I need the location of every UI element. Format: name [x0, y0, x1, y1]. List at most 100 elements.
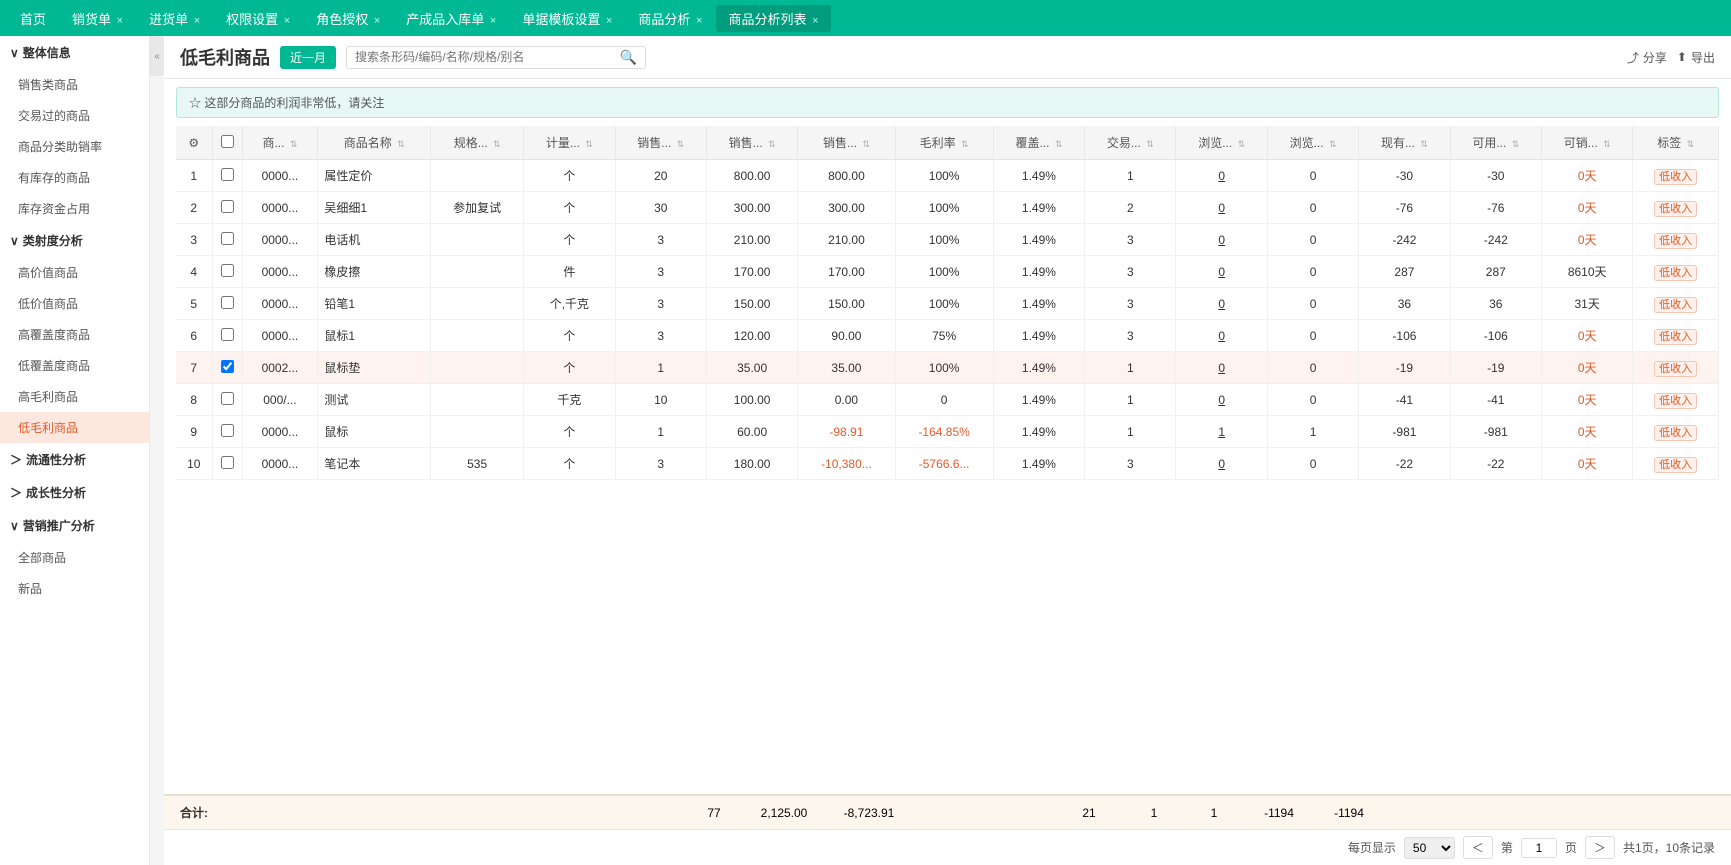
search-icon[interactable]: 🔍: [620, 49, 637, 66]
col-gross-margin[interactable]: 毛利率 ⇅: [895, 126, 993, 160]
row-checkbox[interactable]: [221, 264, 234, 277]
sidebar-section-coverage[interactable]: ∨ 类射度分析: [0, 224, 149, 257]
row-sales-qty: 3: [615, 224, 706, 256]
sidebar-item-low-margin[interactable]: 低毛利商品: [0, 412, 149, 443]
col-trade-count[interactable]: 交易... ⇅: [1085, 126, 1176, 160]
sidebar-section-circulation[interactable]: ＞ 流通性分析: [0, 443, 149, 476]
sidebar-item-high-coverage[interactable]: 高覆盖度商品: [0, 319, 149, 350]
page-number-input[interactable]: [1521, 838, 1557, 858]
view1-link[interactable]: 0: [1218, 297, 1225, 311]
view1-link[interactable]: 0: [1218, 393, 1225, 407]
nav-roles[interactable]: 角色授权 ×: [304, 5, 392, 32]
sidebar-item-stock-funds[interactable]: 库存资金占用: [0, 193, 149, 224]
nav-close-purchase[interactable]: ×: [194, 15, 200, 27]
nav-analysis[interactable]: 商品分析 ×: [626, 5, 714, 32]
row-checkbox[interactable]: [221, 168, 234, 181]
row-checkbox[interactable]: [221, 200, 234, 213]
row-checkbox[interactable]: [221, 232, 234, 245]
col-sellable[interactable]: 可销... ⇅: [1541, 126, 1632, 160]
row-code: 0000...: [242, 256, 318, 288]
prev-page-button[interactable]: ＜: [1463, 836, 1493, 859]
sidebar-item-low-value[interactable]: 低价值商品: [0, 288, 149, 319]
export-button[interactable]: ⬆ 导出: [1677, 49, 1715, 66]
nav-close-products[interactable]: ×: [490, 15, 496, 27]
top-navigation: 首页 销货单 × 进货单 × 权限设置 × 角色授权 × 产成品入库单 × 单据…: [0, 0, 1731, 36]
sidebar-item-high-margin[interactable]: 高毛利商品: [0, 381, 149, 412]
nav-home[interactable]: 首页: [8, 5, 58, 32]
row-gross-margin: -164.85%: [895, 416, 993, 448]
row-sales-price: 60.00: [706, 416, 797, 448]
nav-close-permissions[interactable]: ×: [284, 15, 290, 27]
col-unit[interactable]: 计量... ⇅: [524, 126, 615, 160]
nav-analysis-list[interactable]: 商品分析列表 ×: [716, 5, 830, 32]
nav-sales[interactable]: 销货单 ×: [60, 5, 135, 32]
table-totals-row: 合计: 77 2,125.00 -8,723.91 21 1 1 -1194 -…: [164, 794, 1731, 829]
nav-close-sales[interactable]: ×: [117, 15, 123, 27]
row-checkbox[interactable]: [221, 424, 234, 437]
sidebar-item-high-value[interactable]: 高价值商品: [0, 257, 149, 288]
next-page-button[interactable]: ＞: [1585, 836, 1615, 859]
collapse-sidebar-button[interactable]: «: [150, 36, 164, 76]
row-name: 吴细细1: [318, 192, 431, 224]
view1-link[interactable]: 0: [1218, 457, 1225, 471]
view1-link[interactable]: 0: [1218, 361, 1225, 375]
sidebar-section-marketing[interactable]: ∨ 营销推广分析: [0, 509, 149, 542]
col-name[interactable]: 商品名称 ⇅: [318, 126, 431, 160]
nav-close-analysis[interactable]: ×: [696, 15, 702, 27]
search-input[interactable]: [355, 50, 616, 64]
col-current-stock[interactable]: 现有... ⇅: [1359, 126, 1450, 160]
share-button[interactable]: ⤴ 分享: [1627, 49, 1667, 66]
col-available-stock[interactable]: 可用... ⇅: [1450, 126, 1541, 160]
row-checkbox[interactable]: [221, 456, 234, 469]
row-current-stock: -981: [1359, 416, 1450, 448]
row-checkbox[interactable]: [221, 392, 234, 405]
period-button[interactable]: 近一月: [280, 46, 336, 69]
view1-link[interactable]: 0: [1218, 201, 1225, 215]
row-checkbox-cell: [212, 384, 242, 416]
row-checkbox[interactable]: [221, 296, 234, 309]
row-checkbox[interactable]: [221, 360, 234, 373]
select-all-checkbox[interactable]: [221, 135, 234, 148]
nav-products[interactable]: 产成品入库单 ×: [394, 5, 508, 32]
col-view1[interactable]: 浏览... ⇅: [1176, 126, 1267, 160]
col-sales-qty[interactable]: 销售... ⇅: [615, 126, 706, 160]
row-checkbox[interactable]: [221, 328, 234, 341]
col-coverage[interactable]: 覆盖... ⇅: [993, 126, 1084, 160]
view1-link[interactable]: 0: [1218, 169, 1225, 183]
col-settings[interactable]: ⚙: [176, 126, 212, 160]
nav-purchase[interactable]: 进货单 ×: [137, 5, 212, 32]
view1-link[interactable]: 0: [1218, 329, 1225, 343]
nav-template[interactable]: 单据模板设置 ×: [510, 5, 624, 32]
tag-badge: 低收入: [1654, 201, 1697, 217]
sidebar-item-sales-goods[interactable]: 销售类商品: [0, 69, 149, 100]
sidebar-item-new-goods[interactable]: 新品: [0, 573, 149, 604]
nav-close-template[interactable]: ×: [606, 15, 612, 27]
row-no: 4: [176, 256, 212, 288]
view1-link[interactable]: 1: [1218, 425, 1225, 439]
sidebar-item-category-rate[interactable]: 商品分类助销率: [0, 131, 149, 162]
col-view2[interactable]: 浏览... ⇅: [1267, 126, 1358, 160]
total-sales-amount: -8,723.91: [824, 806, 914, 820]
view1-link[interactable]: 0: [1218, 265, 1225, 279]
row-view1: 0: [1176, 224, 1267, 256]
sidebar-item-stocked-goods[interactable]: 有库存的商品: [0, 162, 149, 193]
sidebar-item-traded-goods[interactable]: 交易过的商品: [0, 100, 149, 131]
sidebar-item-all-goods[interactable]: 全部商品: [0, 542, 149, 573]
per-page-select[interactable]: 50 100 200: [1404, 837, 1455, 859]
sidebar-section-overview[interactable]: ∨ 整体信息: [0, 36, 149, 69]
nav-permissions[interactable]: 权限设置 ×: [214, 5, 302, 32]
sidebar-item-low-coverage[interactable]: 低覆盖度商品: [0, 350, 149, 381]
row-trade-count: 3: [1085, 256, 1176, 288]
col-tag[interactable]: 标签 ⇅: [1633, 126, 1719, 160]
nav-close-roles[interactable]: ×: [374, 15, 380, 27]
row-checkbox-cell: [212, 256, 242, 288]
data-table: ⚙ 商... ⇅ 商品名称 ⇅ 规格... ⇅ 计量... ⇅ 销售... ⇅ …: [176, 126, 1719, 480]
row-gross-margin: 0: [895, 384, 993, 416]
view1-link[interactable]: 0: [1218, 233, 1225, 247]
sidebar-section-growth[interactable]: ＞ 成长性分析: [0, 476, 149, 509]
nav-close-analysis-list[interactable]: ×: [812, 15, 818, 27]
col-code[interactable]: 商... ⇅: [242, 126, 318, 160]
col-sales-amount[interactable]: 销售... ⇅: [798, 126, 895, 160]
col-sales-price[interactable]: 销售... ⇅: [706, 126, 797, 160]
col-spec[interactable]: 规格... ⇅: [431, 126, 524, 160]
